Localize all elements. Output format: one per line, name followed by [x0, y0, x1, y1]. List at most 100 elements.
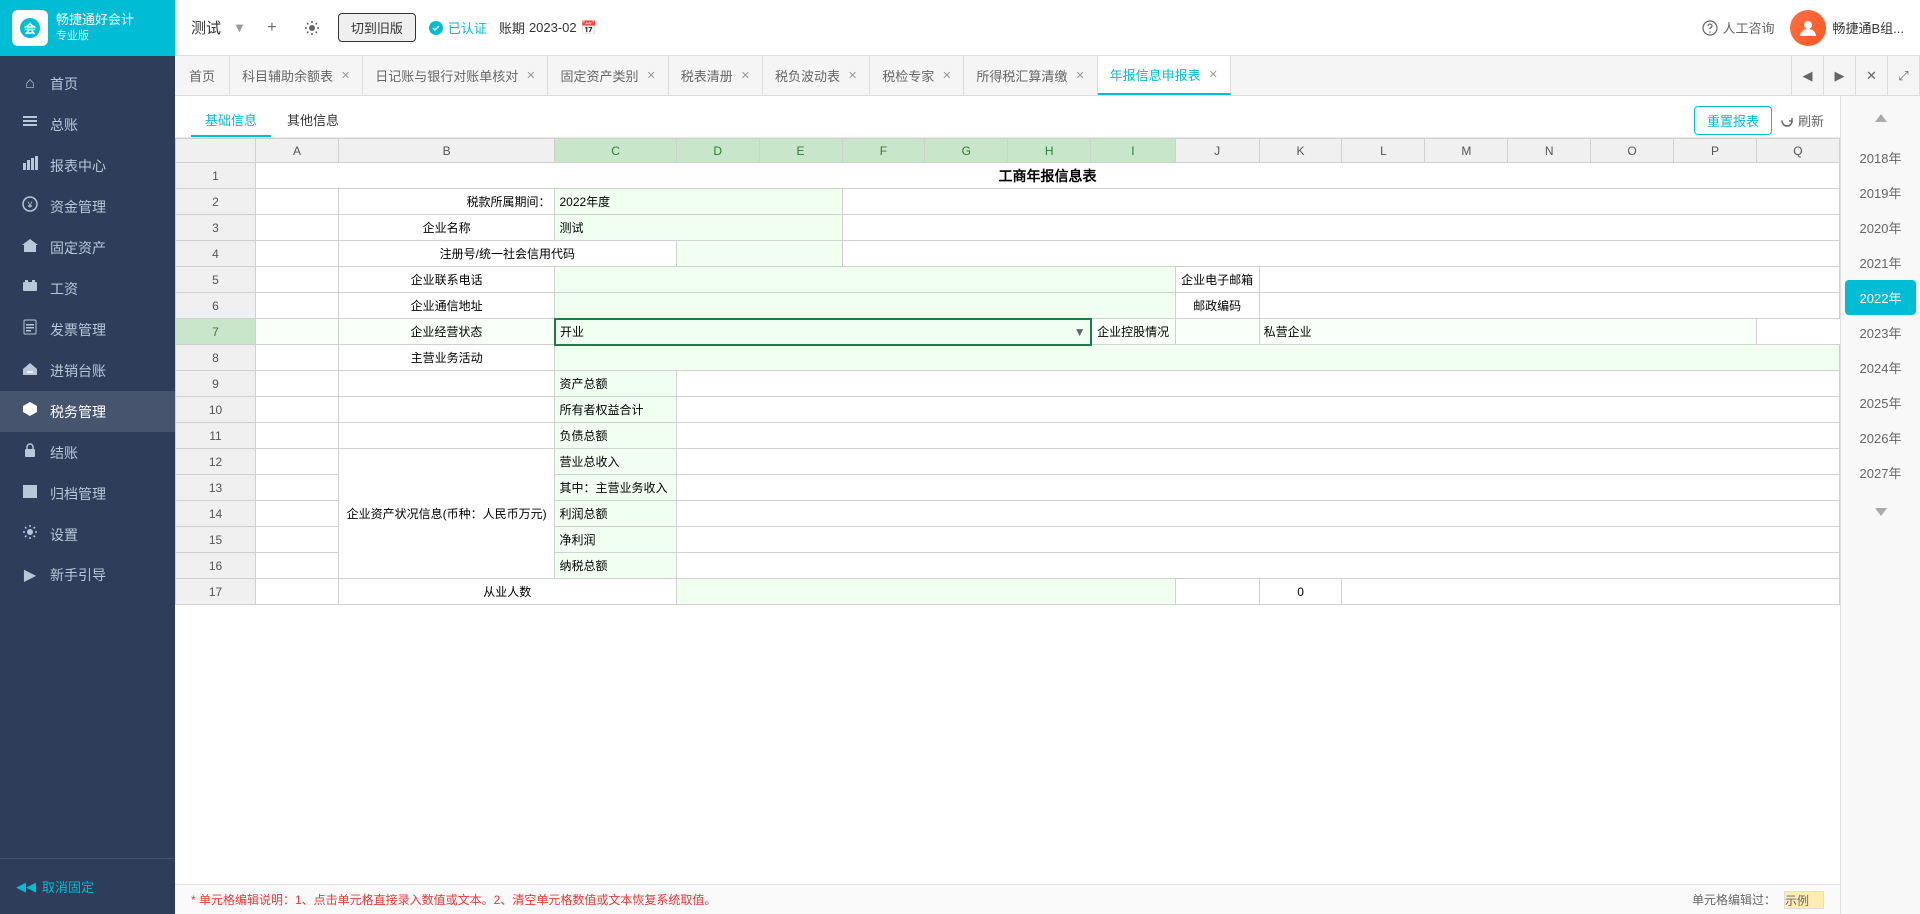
year-item-2018[interactable]: 2018年 [1841, 140, 1920, 175]
cell-j17[interactable] [1175, 579, 1259, 605]
scroll-down-icon[interactable] [1863, 494, 1899, 530]
cell-a2[interactable] [256, 189, 339, 215]
col-header-b[interactable]: B [338, 139, 555, 163]
cell-d16[interactable] [676, 553, 1839, 579]
cell-c10[interactable]: 所有者权益合计 [555, 397, 676, 423]
sidebar-item-home[interactable]: ⌂ 首页 [0, 64, 175, 104]
tab-prev-button[interactable]: ◀ [1792, 56, 1824, 96]
col-header-d[interactable]: D [676, 139, 759, 163]
col-header-p[interactable]: P [1674, 139, 1757, 163]
tab-close-icon[interactable]: ✕ [741, 69, 750, 82]
cell-c16[interactable]: 纳税总额 [555, 553, 676, 579]
subtab-basic[interactable]: 基础信息 [191, 104, 271, 137]
cell-d4[interactable] [676, 241, 842, 267]
cell-d10[interactable] [676, 397, 1839, 423]
cell-k7[interactable] [1175, 319, 1259, 345]
sidebar-item-inventory[interactable]: 进销台账 [0, 350, 175, 391]
year-item-2023[interactable]: 2023年 [1841, 315, 1920, 350]
col-header-c[interactable]: C [555, 139, 676, 163]
col-header-k[interactable]: K [1259, 139, 1342, 163]
cell-a5[interactable] [256, 267, 339, 293]
sidebar-item-ledger[interactable]: 总账 [0, 104, 175, 145]
cell-a16[interactable] [256, 553, 339, 579]
cell-f2[interactable] [842, 189, 1840, 215]
cell-l17[interactable] [1342, 579, 1840, 605]
cell-b6[interactable]: 企业通信地址 [338, 293, 555, 319]
cell-d14[interactable] [676, 501, 1839, 527]
cell-b10[interactable] [338, 397, 555, 423]
cell-b3[interactable]: 企业名称 [338, 215, 555, 241]
cell-b2[interactable]: 税款所属期间： [338, 189, 555, 215]
add-button[interactable]: + [258, 14, 286, 42]
cell-a6[interactable] [256, 293, 339, 319]
cell-j7[interactable]: 企业控股情况 [1091, 319, 1175, 345]
cell-a17[interactable] [256, 579, 339, 605]
year-item-2020[interactable]: 2020年 [1841, 210, 1920, 245]
tab-close-icon[interactable]: ✕ [647, 69, 656, 82]
col-header-n[interactable]: N [1508, 139, 1591, 163]
cell-d9[interactable] [676, 371, 1839, 397]
col-header-m[interactable]: M [1425, 139, 1508, 163]
cell-d11[interactable] [676, 423, 1839, 449]
col-header-j[interactable]: J [1175, 139, 1259, 163]
col-header-q[interactable]: Q [1756, 139, 1839, 163]
tab-tax-expert[interactable]: 税检专家 ✕ [870, 56, 964, 95]
col-header-e[interactable]: E [759, 139, 842, 163]
cell-j5[interactable]: 企业电子邮箱 [1175, 267, 1259, 293]
cell-f3[interactable] [842, 215, 1840, 241]
tab-close-icon[interactable]: ✕ [1075, 69, 1084, 82]
cell-a10[interactable] [256, 397, 339, 423]
tab-tax-wave[interactable]: 税负波动表 ✕ [763, 56, 870, 95]
tab-close-all-button[interactable]: ✕ [1856, 56, 1888, 96]
refresh-button[interactable]: 刷新 [1780, 111, 1824, 130]
col-header-g[interactable]: G [925, 139, 1008, 163]
year-item-2025[interactable]: 2025年 [1841, 385, 1920, 420]
cell-c2[interactable]: 2022年度 [555, 189, 842, 215]
cell-k5[interactable] [1259, 267, 1839, 293]
dropdown-arrow-icon[interactable]: ▼ [233, 20, 246, 35]
cell-d15[interactable] [676, 527, 1839, 553]
cell-a14[interactable] [256, 501, 339, 527]
cell-c5[interactable] [555, 267, 1175, 293]
sidebar-item-settings[interactable]: 设置 [0, 514, 175, 555]
sidebar-item-fixed-assets[interactable]: 固定资产 [0, 227, 175, 268]
tab-close-icon[interactable]: ✕ [942, 69, 951, 82]
tab-tax-return[interactable]: 税表清册 ✕ [669, 56, 763, 95]
cell-b7[interactable]: 企业经营状态 [338, 319, 555, 345]
tab-journal-bank[interactable]: 日记账与银行对账单核对 ✕ [363, 56, 548, 95]
col-header-o[interactable]: O [1591, 139, 1674, 163]
sidebar-item-funds[interactable]: ¥ 资金管理 [0, 186, 175, 227]
cell-c11[interactable]: 负债总额 [555, 423, 676, 449]
cell-b8[interactable]: 主营业务活动 [338, 345, 555, 371]
tab-aux-balance[interactable]: 科目辅助余额表 ✕ [230, 56, 363, 95]
cell-c14[interactable]: 利润总额 [555, 501, 676, 527]
cell-b11[interactable] [338, 423, 555, 449]
sidebar-item-closing[interactable]: 结账 [0, 432, 175, 473]
cell-a12[interactable] [256, 449, 339, 475]
subtab-other[interactable]: 其他信息 [273, 104, 353, 137]
tab-fixed-asset-type[interactable]: 固定资产类别 ✕ [548, 56, 668, 95]
cell-d17[interactable] [676, 579, 1175, 605]
cell-d13[interactable] [676, 475, 1839, 501]
cell-l7[interactable]: 私营企业 [1259, 319, 1756, 345]
cell-f4[interactable] [842, 241, 1840, 267]
tab-close-icon[interactable]: ✕ [341, 69, 350, 82]
year-item-2021[interactable]: 2021年 [1841, 245, 1920, 280]
tab-close-icon[interactable]: ✕ [1209, 68, 1218, 81]
user-menu[interactable]: 畅捷通B组... [1790, 10, 1904, 46]
switch-version-button[interactable]: 切到旧版 [338, 13, 416, 42]
cell-b4[interactable]: 注册号/统一社会信用代码 [338, 241, 676, 267]
sidebar-item-tax[interactable]: 税务管理 [0, 391, 175, 432]
tab-close-icon[interactable]: ✕ [526, 69, 535, 82]
cell-c13[interactable]: 其中：主营业务收入 [555, 475, 676, 501]
cell-a15[interactable] [256, 527, 339, 553]
cell-c7[interactable]: 开业 ▼ [555, 319, 1091, 345]
year-item-2022[interactable]: 2022年 [1845, 280, 1916, 315]
sidebar-item-archive[interactable]: 归档管理 [0, 473, 175, 514]
year-item-2019[interactable]: 2019年 [1841, 175, 1920, 210]
cell-k6[interactable] [1259, 293, 1839, 319]
cell-b17[interactable]: 从业人数 [338, 579, 676, 605]
col-header-h[interactable]: H [1008, 139, 1091, 163]
col-header-l[interactable]: L [1342, 139, 1425, 163]
cell-a4[interactable] [256, 241, 339, 267]
